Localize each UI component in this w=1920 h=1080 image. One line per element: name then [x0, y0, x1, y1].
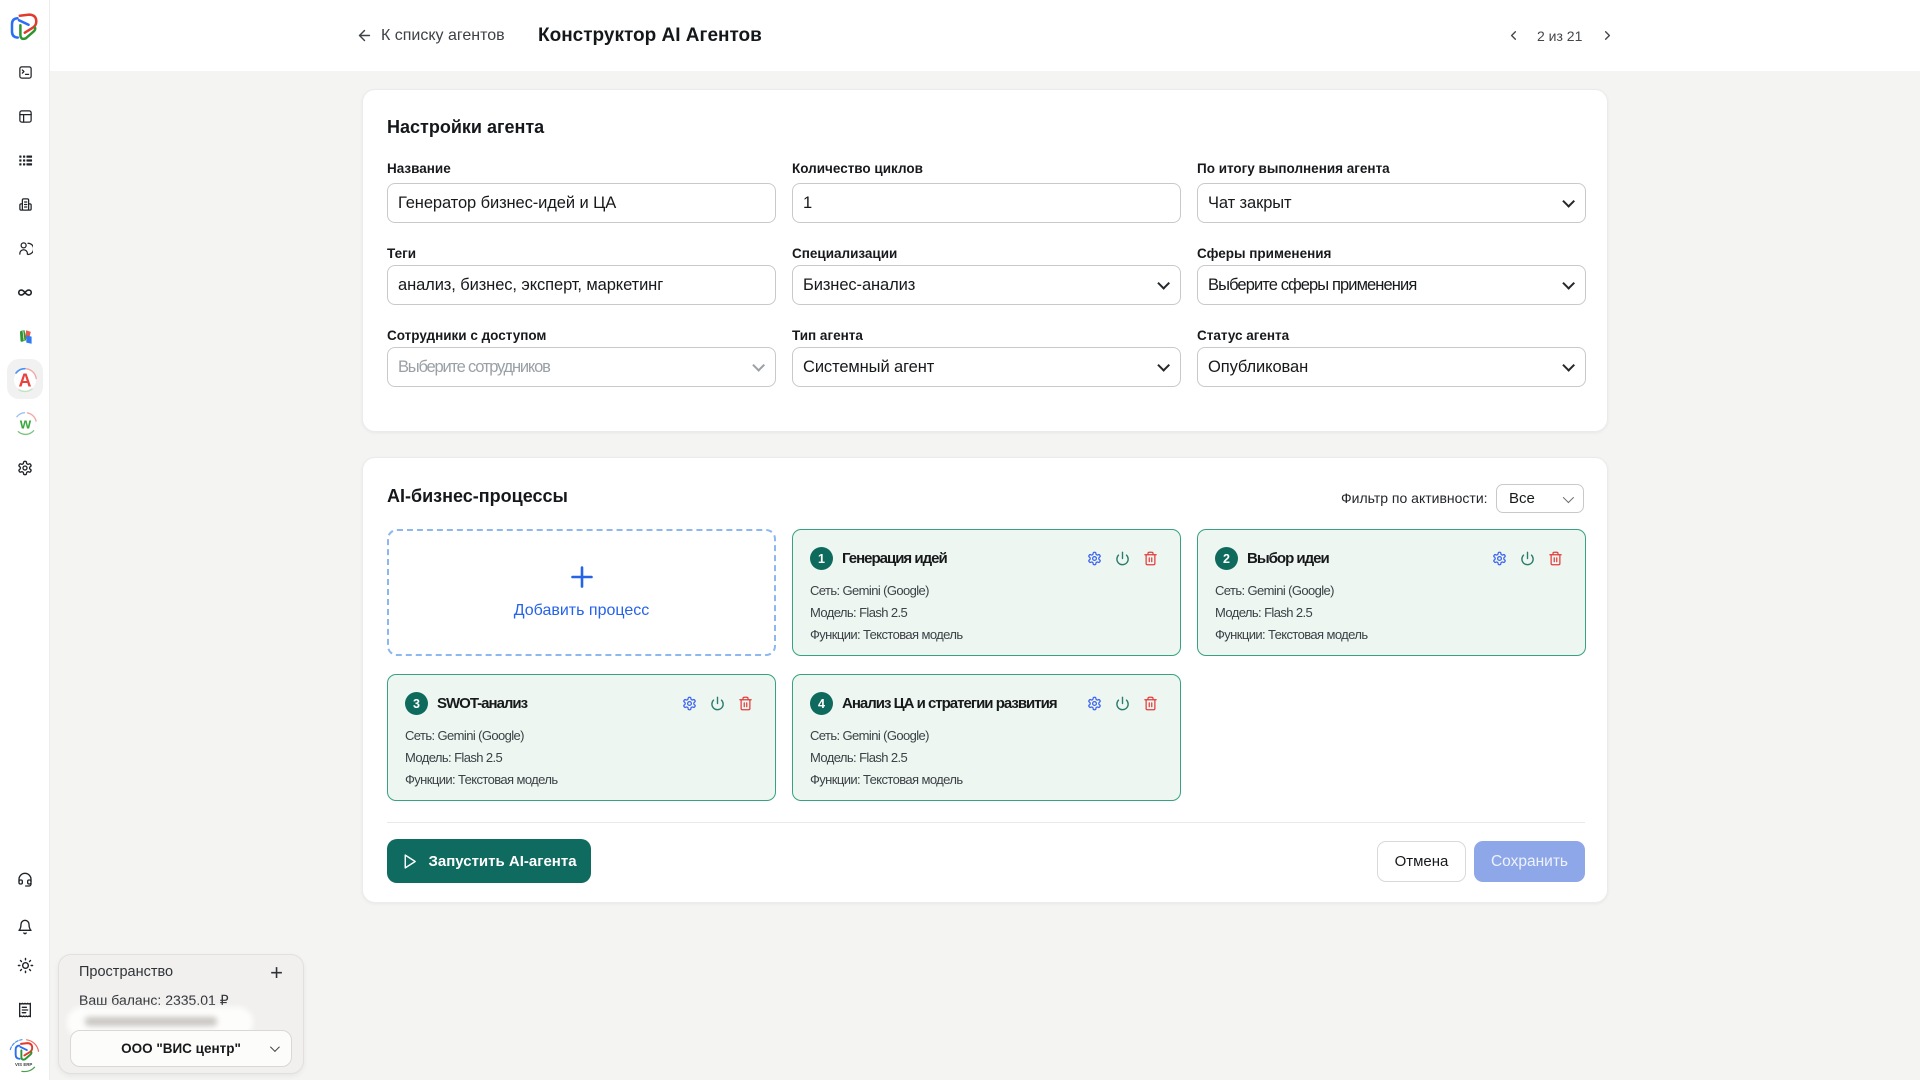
svg-text:A: A	[19, 371, 32, 391]
svg-text:VIS ERP: VIS ERP	[15, 1062, 32, 1067]
svg-text:w: w	[18, 417, 31, 433]
